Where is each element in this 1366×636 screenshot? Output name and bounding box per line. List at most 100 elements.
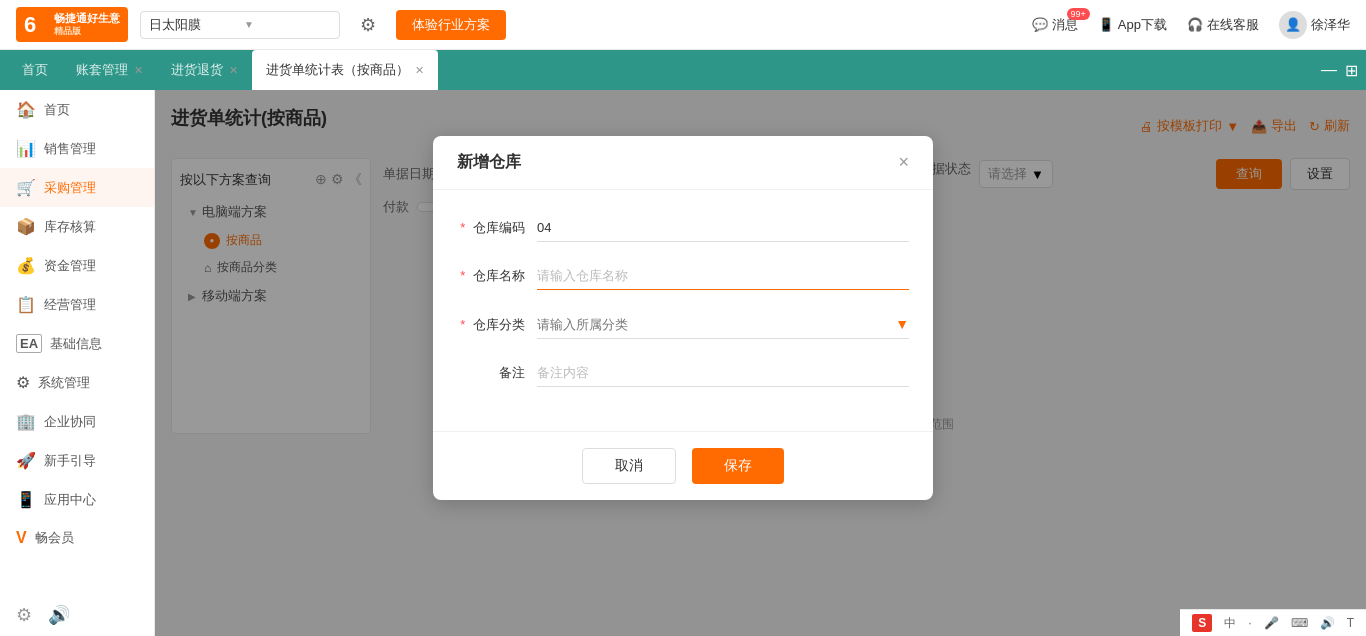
headset-icon: 🎧 [1187, 17, 1203, 32]
status-sound-icon: 🔊 [1320, 616, 1335, 630]
app-center-icon: 📱 [16, 490, 36, 509]
logo-icon: 6 [24, 12, 48, 36]
sidebar-item-basic-info[interactable]: EA 基础信息 [0, 324, 154, 363]
trial-button[interactable]: 体验行业方案 [396, 10, 506, 40]
sidebar-enterprise-label: 企业协同 [44, 413, 96, 431]
tab-purchase-stats-label: 进货单统计表（按商品） [266, 61, 409, 79]
sidebar-system-label: 系统管理 [38, 374, 90, 392]
warehouse-category-input[interactable] [537, 317, 895, 332]
sidebar-item-finance[interactable]: 💰 资金管理 [0, 246, 154, 285]
modal-backdrop: 新增仓库 × * 仓库编码 * [155, 90, 1366, 636]
sidebar-vip-label: 畅会员 [35, 529, 74, 547]
warehouse-name-input[interactable] [537, 262, 909, 290]
required-star-2: * [460, 268, 465, 283]
category-dropdown-icon: ▼ [895, 316, 909, 332]
tab-bar: 首页 账套管理 ✕ 进货退货 ✕ 进货单统计表（按商品） ✕ — ⊞ [0, 50, 1366, 90]
sidebar-finance-label: 资金管理 [44, 257, 96, 275]
warehouse-code-label: * 仓库编码 [457, 219, 537, 237]
app-download-button[interactable]: 📱 App下载 [1098, 16, 1167, 34]
tab-purchase-return[interactable]: 进货退货 ✕ [157, 50, 252, 90]
status-mic-icon: 🎤 [1264, 616, 1279, 630]
messages-button[interactable]: 💬 消息 99+ [1032, 16, 1078, 34]
sidebar-guide-label: 新手引导 [44, 452, 96, 470]
content-area: 进货单统计(按商品) 🖨 按模板打印 ▼ 📤 导出 ↻ 刷新 [155, 90, 1366, 636]
vip-icon: V [16, 529, 27, 547]
modal-footer: 取消 保存 [433, 431, 933, 500]
modal-close-button[interactable]: × [898, 152, 909, 173]
sidebar-item-system[interactable]: ⚙ 系统管理 [0, 363, 154, 402]
status-bar: S 中 · 🎤 ⌨ 🔊 T [1180, 609, 1366, 636]
sidebar-item-sales[interactable]: 📊 销售管理 [0, 129, 154, 168]
sidebar-basic-info-label: 基础信息 [50, 335, 102, 353]
search-arrow-icon: ▼ [244, 19, 331, 30]
tab-account-close-icon[interactable]: ✕ [134, 64, 143, 77]
sidebar-inventory-label: 库存核算 [44, 218, 96, 236]
warehouse-category-select[interactable]: ▼ [537, 310, 909, 339]
tab-account-label: 账套管理 [76, 61, 128, 79]
status-zh-icon: 中 [1224, 615, 1236, 632]
tab-bar-controls: — ⊞ [1321, 61, 1358, 80]
message-icon: 💬 [1032, 17, 1048, 32]
top-header: 6 畅捷通好生意 精品版 日太阳膜 ▼ ⚙ 体验行业方案 💬 消息 99+ 📱 … [0, 0, 1366, 50]
tab-purchase-return-close-icon[interactable]: ✕ [229, 64, 238, 77]
sidebar-bottom: ⚙ 🔊 [0, 594, 154, 636]
warehouse-category-row: * 仓库分类 ▼ [457, 310, 909, 339]
remark-row: 备注 [457, 359, 909, 387]
logo-area: 6 畅捷通好生意 精品版 [16, 7, 128, 42]
tab-home-label: 首页 [22, 61, 48, 79]
tab-purchase-stats[interactable]: 进货单统计表（按商品） ✕ [252, 50, 438, 90]
save-button[interactable]: 保存 [692, 448, 784, 484]
sidebar-settings-icon[interactable]: ⚙ [16, 604, 32, 626]
search-value: 日太阳膜 [149, 16, 236, 34]
sidebar-collapse-icon[interactable]: 🔊 [48, 604, 70, 626]
modal-title: 新增仓库 [457, 152, 521, 173]
status-keyboard-icon: ⌨ [1291, 616, 1308, 630]
finance-icon: 💰 [16, 256, 36, 275]
user-profile[interactable]: 👤 徐泽华 [1279, 11, 1350, 39]
warehouse-code-input[interactable] [537, 214, 909, 242]
home-icon: 🏠 [16, 100, 36, 119]
sidebar-home-label: 首页 [44, 101, 70, 119]
sidebar-item-home[interactable]: 🏠 首页 [0, 90, 154, 129]
basic-info-icon: EA [16, 334, 42, 353]
tab-purchase-stats-close-icon[interactable]: ✕ [415, 64, 424, 77]
online-service-button[interactable]: 🎧 在线客服 [1187, 16, 1259, 34]
tab-account-management[interactable]: 账套管理 ✕ [62, 50, 157, 90]
tab-purchase-return-label: 进货退货 [171, 61, 223, 79]
sidebar-item-operations[interactable]: 📋 经营管理 [0, 285, 154, 324]
username: 徐泽华 [1311, 16, 1350, 34]
operations-icon: 📋 [16, 295, 36, 314]
remark-input[interactable] [537, 359, 909, 387]
modal-header: 新增仓库 × [433, 136, 933, 190]
sidebar-item-purchase[interactable]: 🛒 采购管理 [0, 168, 154, 207]
logo-text: 畅捷通好生意 [54, 11, 120, 25]
warehouse-name-row: * 仓库名称 [457, 262, 909, 290]
avatar: 👤 [1279, 11, 1307, 39]
app-download-label: App下载 [1118, 16, 1167, 34]
sidebar-item-inventory[interactable]: 📦 库存核算 [0, 207, 154, 246]
cancel-button[interactable]: 取消 [582, 448, 676, 484]
tab-grid-icon[interactable]: ⊞ [1345, 61, 1358, 80]
phone-icon: 📱 [1098, 17, 1114, 32]
required-star: * [460, 220, 465, 235]
logo-sub: 精品版 [54, 25, 120, 38]
settings-icon[interactable]: ⚙ [352, 9, 384, 41]
status-t-icon: T [1347, 616, 1354, 630]
messages-badge: 99+ [1067, 8, 1090, 20]
main-layout: 🏠 首页 📊 销售管理 🛒 采购管理 📦 库存核算 💰 资金管理 📋 经营管理 … [0, 90, 1366, 636]
inventory-icon: 📦 [16, 217, 36, 236]
warehouse-code-row: * 仓库编码 [457, 214, 909, 242]
sidebar: 🏠 首页 📊 销售管理 🛒 采购管理 📦 库存核算 💰 资金管理 📋 经营管理 … [0, 90, 155, 636]
sidebar-item-vip[interactable]: V 畅会员 [0, 519, 154, 557]
tab-minimize-icon[interactable]: — [1321, 61, 1337, 80]
sidebar-operations-label: 经营管理 [44, 296, 96, 314]
search-bar[interactable]: 日太阳膜 ▼ [140, 11, 340, 39]
sidebar-item-app-center[interactable]: 📱 应用中心 [0, 480, 154, 519]
status-s-icon: S [1192, 614, 1212, 632]
sidebar-item-enterprise[interactable]: 🏢 企业协同 [0, 402, 154, 441]
required-star-3: * [460, 317, 465, 332]
sidebar-sales-label: 销售管理 [44, 140, 96, 158]
tab-home[interactable]: 首页 [8, 50, 62, 90]
sidebar-item-guide[interactable]: 🚀 新手引导 [0, 441, 154, 480]
header-right: 💬 消息 99+ 📱 App下载 🎧 在线客服 👤 徐泽华 [1032, 11, 1350, 39]
